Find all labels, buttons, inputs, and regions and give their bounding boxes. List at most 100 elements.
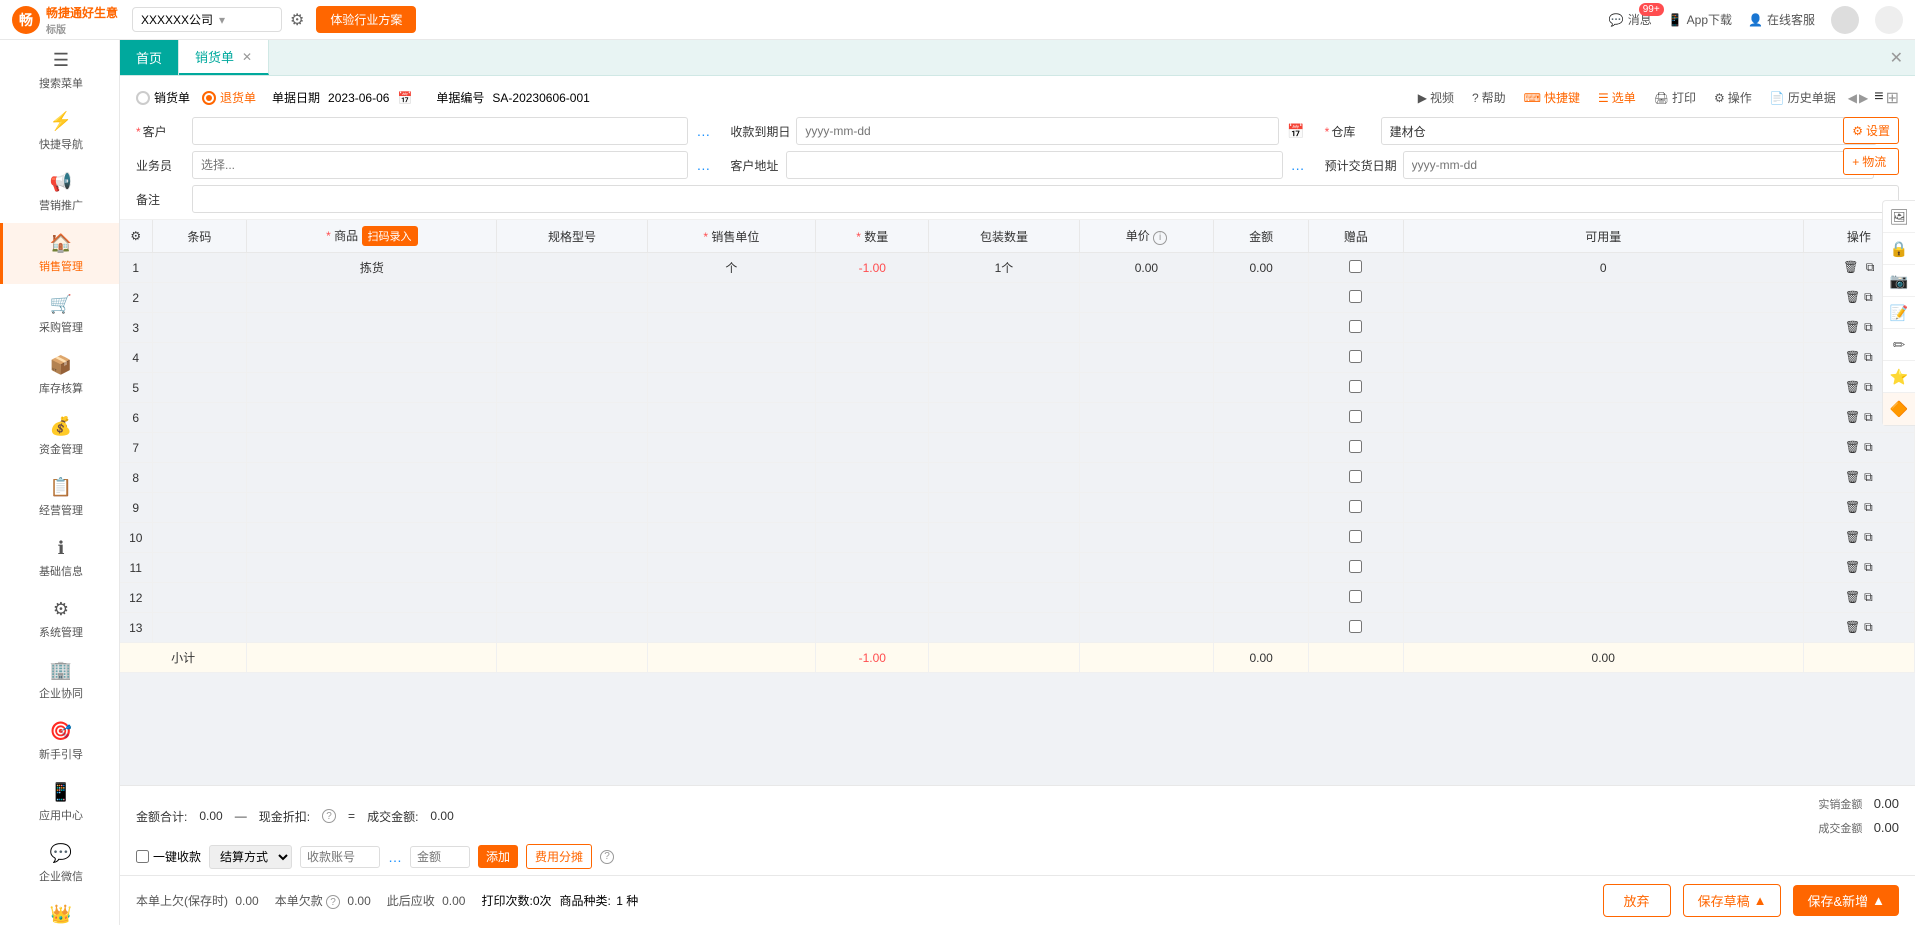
unit-price-info-icon[interactable]: i bbox=[1153, 231, 1167, 245]
row-3-delete-icon[interactable]: 🗑 bbox=[1845, 320, 1860, 334]
rsp-edit-icon[interactable]: ✏ bbox=[1883, 329, 1915, 361]
trial-button[interactable]: 体验行业方案 bbox=[316, 6, 416, 33]
bank-account-input[interactable] bbox=[300, 846, 380, 868]
row-2-delete-icon[interactable]: 🗑 bbox=[1845, 290, 1860, 304]
row-5-gift-checkbox[interactable] bbox=[1349, 380, 1362, 393]
sidebar-item-inventory[interactable]: 📦 库存核算 bbox=[0, 345, 119, 406]
one-click-pay-checkbox[interactable]: 一键收款 bbox=[136, 848, 201, 865]
rsp-lock-icon[interactable]: 🔒 bbox=[1883, 233, 1915, 265]
tab-home[interactable]: 首页 bbox=[120, 40, 179, 75]
salesperson-input[interactable] bbox=[192, 151, 688, 179]
grid-view-icon[interactable]: ⊞ bbox=[1886, 88, 1899, 108]
calendar-icon[interactable]: 📅 bbox=[397, 91, 412, 105]
sidebar-item-wechat[interactable]: 💬 企业微信 bbox=[0, 833, 119, 894]
payment-calendar-icon[interactable]: 📅 bbox=[1287, 123, 1304, 140]
radio-sales[interactable]: 销货单 bbox=[136, 89, 190, 106]
save-draft-button[interactable]: 保存草稿 ▲ bbox=[1683, 884, 1782, 917]
delivery-date-input[interactable] bbox=[1403, 151, 1874, 179]
amount-input[interactable] bbox=[410, 846, 470, 868]
fee-split-button[interactable]: 费用分摊 bbox=[526, 844, 592, 869]
row-12-copy-icon[interactable]: ⧉ bbox=[1864, 590, 1873, 604]
customer-input[interactable] bbox=[192, 117, 688, 145]
sidebar-item-quick-nav[interactable]: ⚡ 快捷导航 bbox=[0, 101, 119, 162]
discard-button[interactable]: 放弃 bbox=[1603, 884, 1671, 917]
settlement-method-select[interactable]: 结算方式 bbox=[209, 845, 292, 869]
row-8-copy-icon[interactable]: ⧉ bbox=[1864, 470, 1873, 484]
row-11-gift-checkbox[interactable] bbox=[1349, 560, 1362, 573]
row-9-delete-icon[interactable]: 🗑 bbox=[1845, 500, 1860, 514]
sidebar-item-marketing[interactable]: 📢 营销推广 bbox=[0, 162, 119, 223]
app-download-button[interactable]: 📱 App下载 bbox=[1668, 11, 1732, 28]
row-4-copy-icon[interactable]: ⧉ bbox=[1864, 350, 1873, 364]
row-1-copy-icon[interactable]: ⧉ bbox=[1866, 260, 1875, 274]
row-13-copy-icon[interactable]: ⧉ bbox=[1864, 620, 1873, 634]
row-7-delete-icon[interactable]: 🗑 bbox=[1845, 440, 1860, 454]
remark-input[interactable] bbox=[192, 185, 1899, 213]
add-payment-button[interactable]: 添加 bbox=[478, 845, 518, 868]
history-button[interactable]: 📄 历史单据 bbox=[1764, 86, 1842, 109]
tab-sales-order[interactable]: 销货单 ✕ bbox=[179, 40, 269, 75]
operation-button[interactable]: ⚙ 操作 bbox=[1708, 86, 1758, 109]
payment-due-input[interactable] bbox=[796, 117, 1279, 145]
row-9-gift-checkbox[interactable] bbox=[1349, 500, 1362, 513]
bank-account-ellipsis[interactable]: … bbox=[388, 849, 402, 865]
sidebar-item-search[interactable]: ☰ 搜索菜单 bbox=[0, 40, 119, 101]
sidebar-item-purchase[interactable]: 🛒 采购管理 bbox=[0, 284, 119, 345]
row-1-delete-icon[interactable]: 🗑 bbox=[1843, 260, 1858, 274]
warehouse-input[interactable] bbox=[1381, 117, 1877, 145]
row-10-gift-checkbox[interactable] bbox=[1349, 530, 1362, 543]
row-7-gift-checkbox[interactable] bbox=[1349, 440, 1362, 453]
sidebar-item-basic[interactable]: ℹ 基础信息 bbox=[0, 528, 119, 589]
user-avatar[interactable] bbox=[1831, 6, 1859, 34]
rsp-note-icon[interactable]: 📝 bbox=[1883, 297, 1915, 329]
video-button[interactable]: ▶ 视频 bbox=[1412, 86, 1460, 109]
print-button[interactable]: 🖨 打印 bbox=[1648, 86, 1702, 109]
rsp-star-icon[interactable]: ⭐ bbox=[1883, 361, 1915, 393]
row-1-gift-checkbox[interactable] bbox=[1349, 260, 1362, 273]
fee-info-icon[interactable]: ? bbox=[600, 850, 614, 864]
row-3-gift-checkbox[interactable] bbox=[1349, 320, 1362, 333]
row-6-copy-icon[interactable]: ⧉ bbox=[1864, 410, 1873, 424]
row-10-delete-icon[interactable]: 🗑 bbox=[1845, 530, 1860, 544]
bill-owed-info-icon[interactable]: ? bbox=[326, 895, 340, 909]
settings-btn[interactable]: ⚙ 设置 bbox=[1843, 117, 1899, 144]
row-12-delete-icon[interactable]: 🗑 bbox=[1845, 590, 1860, 604]
row-2-copy-icon[interactable]: ⧉ bbox=[1864, 290, 1873, 304]
shortcut-button[interactable]: ⌨ 快捷键 bbox=[1518, 86, 1586, 109]
row-5-delete-icon[interactable]: 🗑 bbox=[1845, 380, 1860, 394]
row-6-gift-checkbox[interactable] bbox=[1349, 410, 1362, 423]
row-7-copy-icon[interactable]: ⧉ bbox=[1864, 440, 1873, 454]
sidebar-item-fund[interactable]: 💰 资金管理 bbox=[0, 406, 119, 467]
scan-btn[interactable]: 扫码录入 bbox=[362, 226, 418, 246]
help-button[interactable]: ? 帮助 bbox=[1466, 86, 1512, 109]
sidebar-item-vip[interactable]: 👑 畅会员 bbox=[0, 894, 119, 925]
hist-prev-icon[interactable]: ◀ bbox=[1848, 91, 1857, 105]
one-click-pay-check[interactable] bbox=[136, 850, 149, 863]
customer-addr-input[interactable] bbox=[786, 151, 1282, 179]
message-button[interactable]: 💬 消息 99+ bbox=[1609, 11, 1652, 28]
list-view-icon[interactable]: ≡ bbox=[1874, 88, 1883, 108]
logistics-btn[interactable]: + 物流 bbox=[1843, 148, 1899, 175]
tab-close-icon[interactable]: ✕ bbox=[242, 50, 252, 64]
hist-next-icon[interactable]: ▶ bbox=[1859, 91, 1868, 105]
sidebar-item-system[interactable]: ⚙ 系统管理 bbox=[0, 589, 119, 650]
settings-gear-icon[interactable]: ⚙ bbox=[290, 10, 304, 30]
row-2-gift-checkbox[interactable] bbox=[1349, 290, 1362, 303]
customer-select-icon[interactable]: … bbox=[696, 123, 710, 139]
row-4-gift-checkbox[interactable] bbox=[1349, 350, 1362, 363]
save-new-button[interactable]: 保存&新增 ▲ bbox=[1793, 885, 1899, 916]
sidebar-item-app[interactable]: 📱 应用中心 bbox=[0, 772, 119, 833]
tab-close-all-button[interactable]: ✕ bbox=[1890, 48, 1915, 68]
row-3-copy-icon[interactable]: ⧉ bbox=[1864, 320, 1873, 334]
row-8-gift-checkbox[interactable] bbox=[1349, 470, 1362, 483]
sidebar-item-ops[interactable]: 📋 经营管理 bbox=[0, 467, 119, 528]
rsp-camera-icon[interactable]: 📷 bbox=[1883, 265, 1915, 297]
row-11-copy-icon[interactable]: ⧉ bbox=[1864, 560, 1873, 574]
sidebar-item-sales[interactable]: 🏠 销售管理 bbox=[0, 223, 119, 284]
sidebar-item-newbie[interactable]: 🎯 新手引导 bbox=[0, 711, 119, 772]
select-bill-button[interactable]: ☰ 选单 bbox=[1592, 86, 1642, 109]
row-13-delete-icon[interactable]: 🗑 bbox=[1845, 620, 1860, 634]
cash-discount-info-icon[interactable]: ? bbox=[322, 809, 336, 823]
row-6-delete-icon[interactable]: 🗑 bbox=[1845, 410, 1860, 424]
user-avatar-2[interactable] bbox=[1875, 6, 1903, 34]
